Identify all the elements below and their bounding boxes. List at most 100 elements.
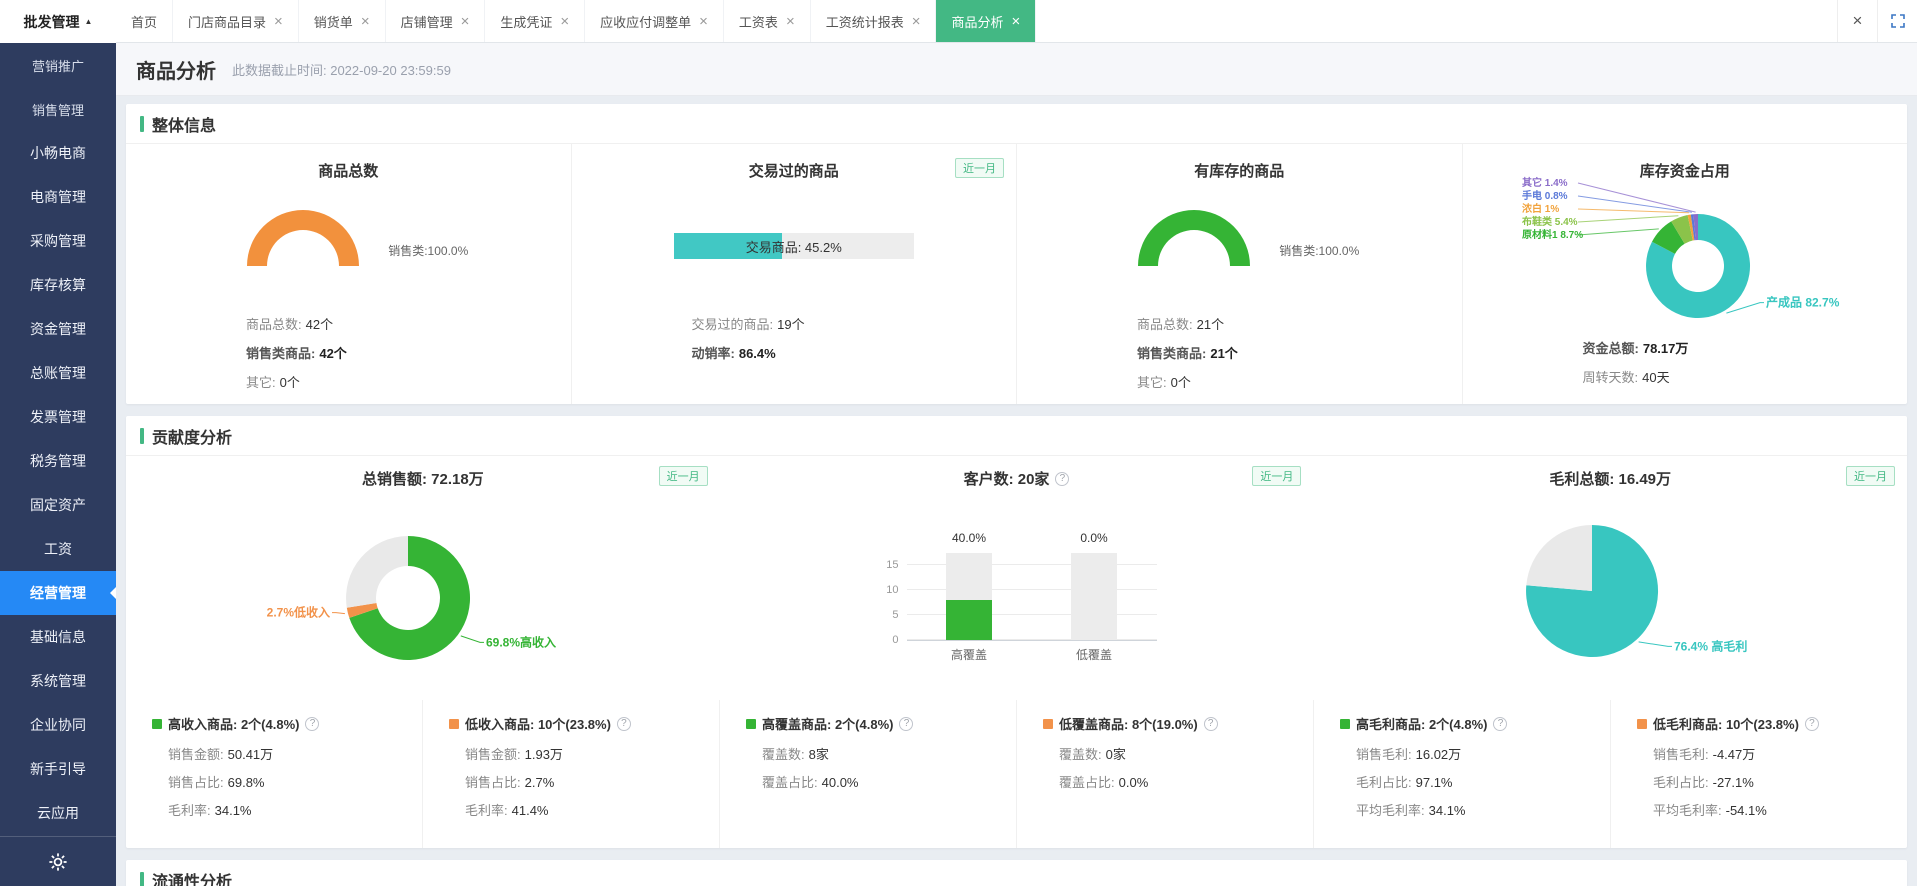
legend-title: 高覆盖商品: 2个(4.8%) — [762, 717, 894, 732]
legend-header: 低覆盖商品: 8个(19.0%) ? — [1043, 714, 1303, 733]
stat-value: 2.7% — [524, 775, 555, 790]
tab-close-icon[interactable]: × — [560, 14, 569, 29]
tab-label: 商品分析 — [951, 14, 1004, 30]
tab-ar-ap-adjustment[interactable]: 应收应付调整单 × — [585, 0, 724, 42]
sidebar-item-business-mgmt[interactable]: 经营管理 — [0, 571, 116, 615]
sidebar-item-invoice-mgmt[interactable]: 发票管理 — [0, 395, 116, 439]
tab-payroll-sheet[interactable]: 工资表 × — [724, 0, 811, 42]
svg-text:69.8%高收入: 69.8%高收入 — [486, 634, 556, 649]
sidebar-item-xiaochang-ecommerce[interactable]: 小畅电商 — [0, 131, 116, 175]
sidebar-item-sales-mgmt[interactable]: 销售管理 — [0, 87, 116, 131]
sidebar-item-label: 资金管理 — [30, 321, 86, 337]
sidebar-item-label: 系统管理 — [30, 673, 86, 689]
tab-sales-order[interactable]: 销货单 × — [299, 0, 386, 42]
tab-close-icon[interactable]: × — [1012, 14, 1021, 29]
stat-value: -54.1% — [1725, 803, 1767, 818]
sidebar-item-basic-info[interactable]: 基础信息 — [0, 615, 116, 659]
stocked-products-gauge-chart — [1119, 194, 1269, 272]
stat-row: 毛利占比: -27.1% — [1637, 772, 1897, 791]
info-icon[interactable]: ? — [305, 716, 320, 731]
tab-home[interactable]: 首页 — [116, 0, 174, 42]
coverage-bar-chart: 15 10 5 0 40.0% 高覆盖 0.0% 低覆盖 — [867, 529, 1167, 667]
stat-value: 86.4% — [738, 346, 776, 361]
stat-row: 销售占比: 69.8% — [152, 772, 412, 791]
panel-header: 库存资金占用 — [1463, 160, 1908, 186]
sidebar-item-payroll[interactable]: 工资 — [0, 527, 116, 571]
sidebar-item-marketing-promo[interactable]: 营销推广 — [0, 43, 116, 87]
info-icon[interactable]: ? — [1804, 716, 1819, 731]
stat-value: 69.8% — [227, 775, 265, 790]
tab-label: 应收应付调整单 — [600, 14, 692, 30]
overview-section: 整体信息 商品总数 销售类:100.0% 商品总数: 42个 销售类商品: 42个 … — [126, 104, 1907, 404]
chart-area: 交易商品: 45.2% — [572, 186, 1017, 306]
sidebar-item-system-mgmt[interactable]: 系统管理 — [0, 659, 116, 703]
stat-row: 销售类商品: 42个 — [246, 343, 571, 362]
sidebar-item-cloud-apps[interactable]: 云应用 — [0, 791, 116, 835]
panel-stocked-products: 有库存的商品 销售类:100.0% 商品总数: 21个 销售类商品: 21个 其它:… — [1017, 144, 1463, 404]
tab-payroll-stats-report[interactable]: 工资统计报表 × — [811, 0, 937, 42]
tab-close-icon[interactable]: × — [786, 14, 795, 29]
panel-title: 交易过的商品 — [748, 163, 839, 180]
info-icon[interactable]: ? — [899, 716, 914, 731]
sidebar-item-tax-mgmt[interactable]: 税务管理 — [0, 439, 116, 483]
stat-label: 销售占比: — [168, 775, 224, 790]
info-icon[interactable]: ? — [1203, 716, 1218, 731]
stat-label: 周转天数: — [1582, 370, 1639, 385]
stat-value: 41.4% — [511, 803, 549, 818]
sidebar-item-label: 营销推广 — [31, 58, 84, 74]
sidebar-item-label: 工资 — [44, 541, 72, 557]
svg-text:布鞋类 5.4%: 布鞋类 5.4% — [1522, 215, 1578, 228]
stat-row: 动销率: 86.4% — [692, 343, 1017, 362]
sidebar-item-label: 总账管理 — [30, 365, 86, 381]
stat-label: 覆盖数: — [762, 747, 805, 762]
close-tab-button[interactable]: × — [1837, 0, 1877, 42]
info-icon[interactable]: ? — [1493, 716, 1508, 731]
tab-shop-mgmt[interactable]: 店铺管理 × — [386, 0, 486, 42]
tab-close-icon[interactable]: × — [912, 14, 921, 29]
tab-label: 生成凭证 — [500, 14, 553, 30]
stat-value: 21个 — [1196, 317, 1225, 332]
sidebar-item-beginner-guide[interactable]: 新手引导 — [0, 747, 116, 791]
legend-header: 高覆盖商品: 2个(4.8%) ? — [746, 714, 1006, 733]
panel-header: 客户数: 20家? 近一月 — [720, 466, 1314, 498]
section-title-marker — [140, 427, 144, 444]
info-icon[interactable]: ? — [616, 716, 631, 731]
sidebar-item-fixed-assets[interactable]: 固定资产 — [0, 483, 116, 527]
settings-gear-button[interactable] — [48, 852, 68, 872]
tab-close-icon[interactable]: × — [699, 14, 708, 29]
stat-label: 动销率: — [691, 346, 735, 361]
tab-close-icon[interactable]: × — [274, 14, 283, 29]
stat-label: 销售金额: — [465, 747, 521, 762]
tab-product-analysis[interactable]: 商品分析 × — [936, 0, 1037, 42]
sidebar-item-ecommerce-mgmt[interactable]: 电商管理 — [0, 175, 116, 219]
chart-area: 69.8%高收入 2.7%低收入 — [126, 498, 720, 698]
period-badge: 近一月 — [1252, 466, 1302, 486]
tab-close-icon[interactable]: × — [461, 14, 470, 29]
sales-income-donut-chart: 69.8%高收入 2.7%低收入 — [233, 493, 613, 703]
sidebar-item-enterprise-collab[interactable]: 企业协同 — [0, 703, 116, 747]
sidebar-group-wholesale[interactable]: 批发管理 ▲ — [0, 0, 116, 43]
info-icon[interactable]: ? — [1055, 471, 1070, 486]
tab-store-product-catalog[interactable]: 门店商品目录 × — [173, 0, 299, 42]
section-title-marker — [140, 871, 144, 886]
contribution-charts: 总销售额: 72.18万 近一月 69.8%高收入 2.7%低收入 客户数: 20… — [126, 456, 1907, 700]
sidebar-item-inventory-accounting[interactable]: 库存核算 — [0, 263, 116, 307]
svg-text:浓白 1%: 浓白 1% — [1522, 202, 1559, 215]
legend-color-swatch — [1043, 718, 1053, 729]
panel-title: 总销售额: 72.18万 — [361, 471, 484, 488]
tab-generate-voucher[interactable]: 生成凭证 × — [485, 0, 586, 42]
section-title: 整体信息 — [152, 117, 217, 135]
stat-value: 78.17万 — [1642, 341, 1689, 356]
tab-close-icon[interactable]: × — [361, 14, 370, 29]
fullscreen-button[interactable] — [1877, 0, 1917, 42]
stat-label: 交易过的商品: — [691, 317, 774, 332]
sidebar-item-purchase-mgmt[interactable]: 采购管理 — [0, 219, 116, 263]
sidebar-item-funds-mgmt[interactable]: 资金管理 — [0, 307, 116, 351]
chart-area: 15 10 5 0 40.0% 高覆盖 0.0% 低覆盖 — [720, 498, 1314, 698]
stat-value: 42个 — [319, 346, 347, 361]
legend-title: 低覆盖商品: 8个(19.0%) — [1059, 717, 1198, 732]
erp-application: 批发管理 ▲ 营销推广 销售管理 小畅电商 电商管理 采购管理 库存核算 资金管… — [0, 0, 1917, 886]
legend-title: 高毛利商品: 2个(4.8%) — [1356, 717, 1488, 732]
sidebar-item-general-ledger[interactable]: 总账管理 — [0, 351, 116, 395]
section-title: 贡献度分析 — [152, 429, 233, 447]
